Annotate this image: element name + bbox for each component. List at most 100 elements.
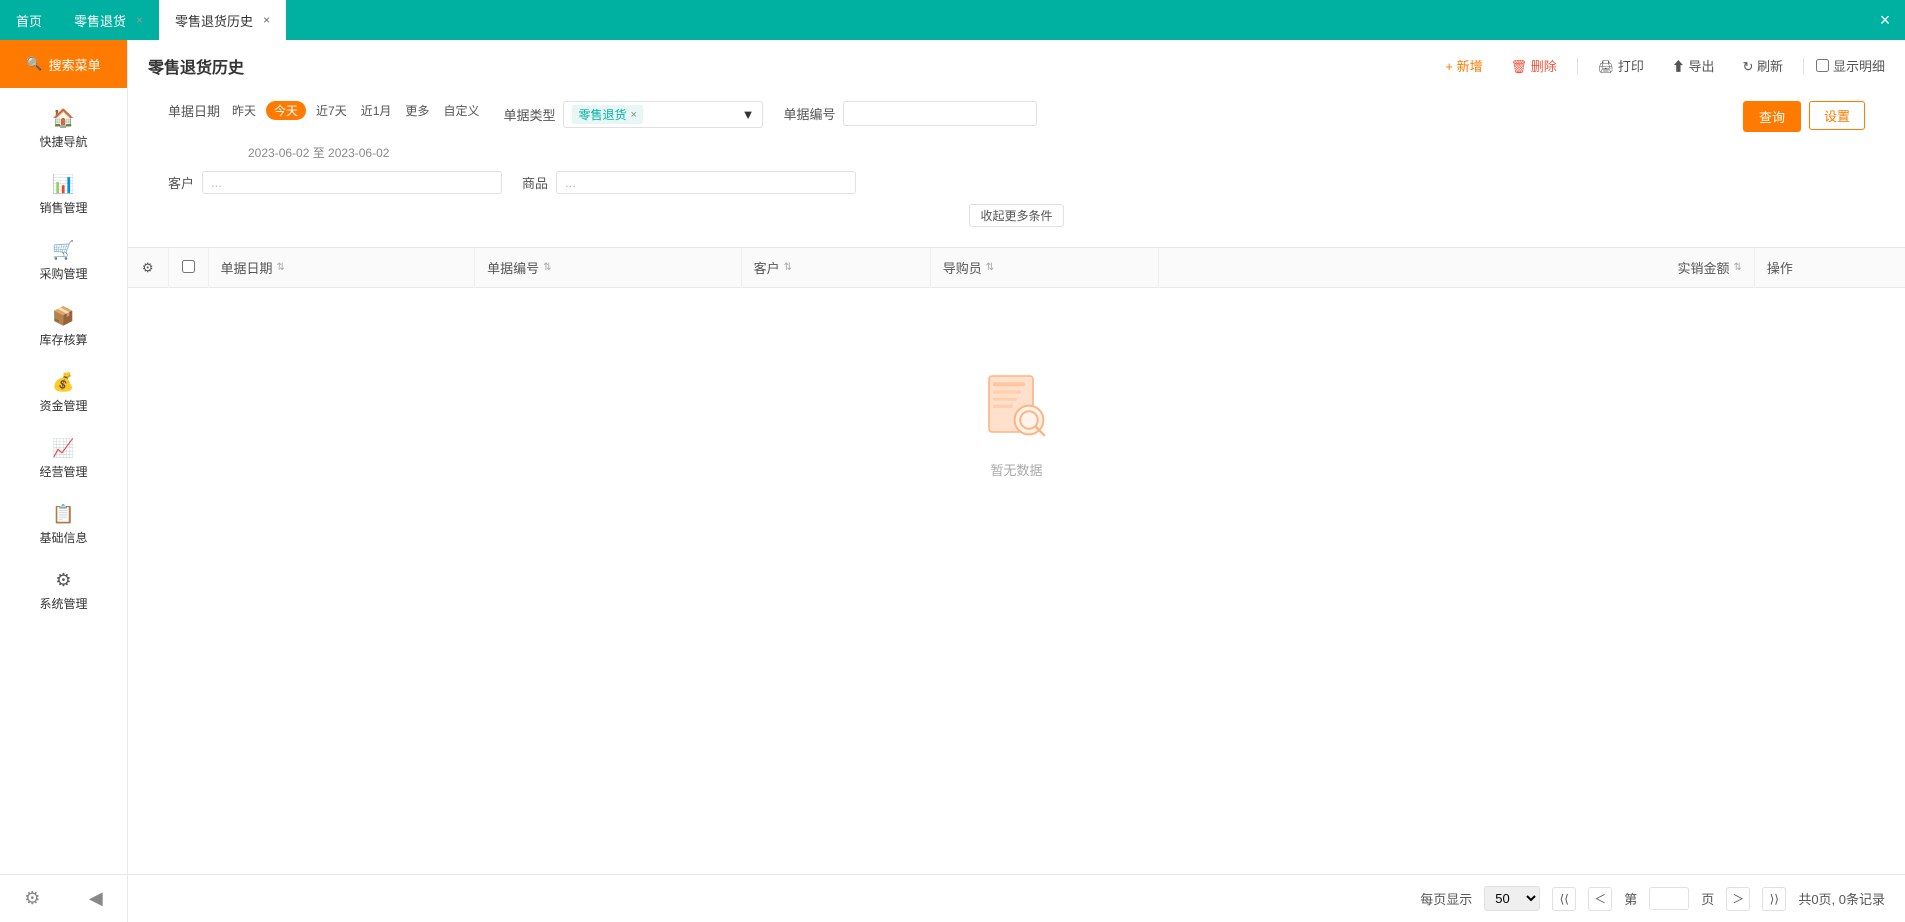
date-more[interactable]: 更多 [401, 101, 433, 120]
page-last-button[interactable]: ⟩⟩ [1762, 887, 1786, 911]
sidebar-item-quick-nav-label: 快捷导航 [39, 133, 87, 150]
sidebar-item-finance-mgmt-label: 资金管理 [39, 397, 87, 414]
tab-retail-return-history-close[interactable]: × [263, 13, 270, 27]
th-action: 操作 [1754, 248, 1905, 288]
page-size-label: 每页显示 [1420, 889, 1472, 908]
th-doc-date[interactable]: 单据日期 ⇅ [208, 248, 475, 288]
filter-docno-item: 单据编号 [783, 101, 1037, 126]
setting-button[interactable]: 设置 [1809, 101, 1865, 130]
page-next-button[interactable]: ＞ [1726, 887, 1750, 911]
sort-icon-actual-amount: ⇅ [1733, 262, 1741, 273]
sales-icon: 📊 [52, 174, 74, 195]
filter-customer-select[interactable]: ... [202, 171, 502, 194]
filter-goods-placeholder: ... [565, 175, 576, 190]
basic-info-icon: 📋 [52, 504, 74, 525]
th-customer-label: 客户 [754, 258, 780, 277]
filter-docno-input[interactable] [843, 101, 1037, 126]
th-customer[interactable]: 客户 ⇅ [741, 248, 930, 288]
stock-icon: 📦 [52, 306, 74, 327]
collapse-button[interactable]: 收起更多条件 [969, 204, 1063, 227]
sidebar-item-sys-mgmt[interactable]: ⚙ 系统管理 [0, 558, 127, 624]
th-guide-label: 导购员 [943, 258, 982, 277]
sidebar-item-stock-calc[interactable]: 📦 库存核算 [0, 294, 127, 360]
sidebar-item-sys-mgmt-label: 系统管理 [39, 595, 87, 612]
display-detail-label[interactable]: 显示明细 [1816, 56, 1885, 75]
empty-row: 暂无数据 [128, 288, 1905, 560]
filter-row-2: 客户 ... 商品 ... [168, 171, 1865, 194]
delete-button[interactable]: 🗑 删除 [1503, 52, 1565, 79]
sidebar-item-ops-mgmt[interactable]: 📈 经营管理 [0, 426, 127, 492]
page-header: 零售退货历史 + 新增 🗑 删除 🖨 打印 ⬆ 导出 ↻ 刷新 显示明细 [128, 40, 1905, 248]
sidebar-collapse-button[interactable]: ◀ [89, 888, 103, 909]
th-guide[interactable]: 导购员 ⇅ [930, 248, 1158, 288]
date-yesterday[interactable]: 昨天 [228, 101, 260, 120]
page-word: 第 [1624, 889, 1637, 908]
th-doc-date-label: 单据日期 [221, 258, 273, 277]
main-layout: 🔍 搜索菜单 🏠 快捷导航 📊 销售管理 🛒 采购管理 📦 库存核算 💰 [0, 40, 1905, 922]
filter-goods-label: 商品 [522, 173, 548, 192]
page-number-input[interactable]: 1 [1649, 887, 1689, 910]
sidebar-search-label: 搜索菜单 [49, 55, 101, 74]
th-actual-amount-label: 实销金额 [1677, 258, 1729, 277]
display-detail-checkbox[interactable] [1816, 59, 1829, 72]
tab-retail-return-close[interactable]: × [136, 13, 143, 27]
export-button[interactable]: ⬆ 导出 [1664, 52, 1723, 79]
filter-customer-placeholder: ... [211, 175, 222, 190]
page-first-button[interactable]: ⟨⟨ [1552, 887, 1576, 911]
filter-customer-label: 客户 [168, 173, 194, 192]
refresh-button[interactable]: ↻ 刷新 [1734, 52, 1791, 79]
page-title: 零售退货历史 [148, 54, 244, 78]
sort-icon-customer: ⇅ [784, 262, 792, 273]
th-doc-no[interactable]: 单据编号 ⇅ [475, 248, 742, 288]
tab-list: 首页 零售退货 × 零售退货历史 × [0, 0, 1865, 40]
search-icon: 🔍 [26, 56, 42, 72]
th-action-label: 操作 [1767, 261, 1793, 276]
sys-icon: ⚙ [55, 570, 71, 591]
query-button[interactable]: 查询 [1743, 101, 1801, 132]
page-size-select[interactable]: 10 20 50 100 [1484, 886, 1540, 911]
date-custom[interactable]: 自定义 [439, 101, 483, 120]
finance-icon: 💰 [52, 372, 74, 393]
sidebar-item-quick-nav[interactable]: 🏠 快捷导航 [0, 96, 127, 162]
print-button[interactable]: 🖨 打印 [1590, 52, 1652, 79]
tab-home[interactable]: 首页 [0, 0, 58, 40]
th-checkbox[interactable] [168, 248, 208, 288]
empty-text: 暂无数据 [990, 460, 1042, 479]
sort-icon-doc-date: ⇅ [277, 262, 285, 273]
filter-actions: 查询 设置 [1743, 101, 1865, 132]
sidebar-gear-button[interactable]: ⚙ [24, 888, 40, 909]
sidebar-item-purchase-mgmt[interactable]: 🛒 采购管理 [0, 228, 127, 294]
page-of: 页 [1701, 889, 1714, 908]
tab-retail-return[interactable]: 零售退货 × [58, 0, 159, 40]
date-today[interactable]: 今天 [266, 101, 306, 120]
sidebar-item-basic-info[interactable]: 📋 基础信息 [0, 492, 127, 558]
filter-row-1: 单据日期 昨天 今天 近7天 近1月 更多 自定义 单据类型 [168, 101, 1865, 132]
sidebar-search[interactable]: 🔍 搜索菜单 [0, 40, 127, 88]
th-settings[interactable]: ⚙ [128, 248, 168, 288]
tab-retail-return-history[interactable]: 零售退货历史 × [159, 0, 286, 40]
settings-icon[interactable]: ⚙ [142, 260, 154, 275]
date-7days[interactable]: 近7天 [312, 101, 351, 120]
toolbar-divider-1 [1577, 58, 1578, 74]
sidebar-item-sales-mgmt[interactable]: 📊 销售管理 [0, 162, 127, 228]
tab-retail-return-history-label: 零售退货历史 [175, 11, 253, 30]
add-button[interactable]: + 新增 [1437, 52, 1490, 79]
page-prev-button[interactable]: ＜ [1588, 887, 1612, 911]
table-header-row: ⚙ 单据日期 ⇅ 单据编号 [128, 248, 1905, 288]
doctype-tag-remove[interactable]: × [630, 109, 636, 121]
filter-goods-select[interactable]: ... [556, 171, 856, 194]
doctype-select-arrow: ▼ [742, 107, 755, 122]
select-all-checkbox[interactable] [182, 260, 195, 273]
filter-customer-item: 客户 ... [168, 171, 502, 194]
toolbar-divider-2 [1803, 58, 1804, 74]
table-container: ⚙ 单据日期 ⇅ 单据编号 [128, 248, 1905, 874]
sidebar-item-finance-mgmt[interactable]: 💰 资金管理 [0, 360, 127, 426]
date-1month[interactable]: 近1月 [357, 101, 396, 120]
sidebar-bottom: ⚙ ◀ [0, 874, 127, 922]
filter-doctype-select[interactable]: 零售退货 × ▼ [563, 101, 763, 128]
table-body: 暂无数据 [128, 288, 1905, 560]
th-actual-amount[interactable]: 实销金额 ⇅ [1158, 248, 1754, 288]
data-table: ⚙ 单据日期 ⇅ 单据编号 [128, 248, 1905, 559]
sidebar-item-purchase-mgmt-label: 采购管理 [39, 265, 87, 282]
window-close-button[interactable]: × [1865, 0, 1905, 40]
